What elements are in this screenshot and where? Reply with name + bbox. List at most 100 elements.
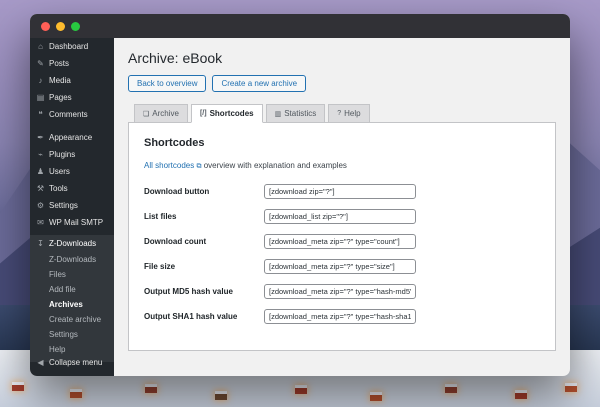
zoom-window-button[interactable] [71, 22, 80, 31]
field-row: Download button [144, 184, 540, 199]
sidebar-item-media[interactable]: ♪ Media [30, 72, 114, 89]
field-label: File size [144, 262, 264, 271]
tab-label: Statistics [284, 109, 316, 118]
village-house [70, 389, 82, 398]
sidebar-item-z-downloads[interactable]: ↧ Z-Downloads [30, 235, 114, 252]
sidebar-item-tools[interactable]: ⚒ Tools [30, 180, 114, 197]
download-icon: ↧ [36, 239, 45, 248]
sidebar-item-comments[interactable]: ❝ Comments [30, 106, 114, 123]
sidebar-item-users[interactable]: ♟ Users [30, 163, 114, 180]
md5-hash-shortcode-input[interactable] [264, 284, 416, 299]
dashboard-icon: ⌂ [36, 42, 45, 51]
tab-archive[interactable]: ❏ Archive [134, 104, 188, 123]
village-house [215, 391, 227, 400]
sidebar-item-dashboard[interactable]: ⌂ Dashboard [30, 38, 114, 55]
submenu-item-settings[interactable]: Settings [30, 327, 114, 342]
village-house [565, 383, 577, 392]
media-icon: ♪ [36, 76, 45, 85]
sidebar-item-label: Pages [49, 93, 72, 102]
minimize-window-button[interactable] [56, 22, 65, 31]
field-row: Download count [144, 234, 540, 249]
sidebar-item-posts[interactable]: ✎ Posts [30, 55, 114, 72]
tab-label: Help [344, 109, 360, 118]
page-title: Archive: eBook [128, 50, 556, 66]
back-to-overview-button[interactable]: Back to overview [128, 75, 206, 92]
appearance-icon: ✒ [36, 133, 45, 142]
field-label: Download button [144, 187, 264, 196]
sidebar-item-settings[interactable]: ⚙ Settings [30, 197, 114, 214]
village-house [12, 382, 24, 391]
field-label: List files [144, 212, 264, 221]
submenu-item-add-file[interactable]: Add file [30, 282, 114, 297]
shortcode-icon: [/] [200, 110, 207, 117]
download-button-shortcode-input[interactable] [264, 184, 416, 199]
sidebar-item-label: Media [49, 76, 71, 85]
list-files-shortcode-input[interactable] [264, 209, 416, 224]
tools-icon: ⚒ [36, 184, 45, 193]
submenu-item-files[interactable]: Files [30, 267, 114, 282]
submenu-item-create-archive[interactable]: Create archive [30, 312, 114, 327]
collapse-menu[interactable]: ◀ Collapse menu [30, 354, 114, 371]
sidebar-item-label: Tools [49, 184, 68, 193]
sidebar-item-label: Plugins [49, 150, 75, 159]
village-house [515, 390, 527, 399]
village-house [445, 384, 457, 393]
sidebar-item-appearance[interactable]: ✒ Appearance [30, 129, 114, 146]
page-actions: Back to overview Create a new archive [128, 75, 556, 92]
submenu-item-archives[interactable]: Archives [30, 297, 114, 312]
tab-statistics[interactable]: ▥ Statistics [266, 104, 326, 123]
download-count-shortcode-input[interactable] [264, 234, 416, 249]
sidebar-item-label: Users [49, 167, 70, 176]
shortcodes-panel: Shortcodes All shortcodes ⧉ overview wit… [128, 122, 556, 351]
collapse-label: Collapse menu [49, 358, 102, 367]
file-icon: ❏ [143, 110, 149, 118]
screen: ⌂ Dashboard ✎ Posts ♪ Media ▤ Pages ❝ [0, 0, 600, 407]
field-row: Output SHA1 hash value [144, 309, 540, 324]
sha1-hash-shortcode-input[interactable] [264, 309, 416, 324]
village-house [370, 392, 382, 401]
create-new-archive-button[interactable]: Create a new archive [212, 75, 306, 92]
main-content: Archive: eBook Back to overview Create a… [114, 38, 570, 376]
sidebar-item-label: Appearance [49, 133, 92, 142]
all-shortcodes-link[interactable]: All shortcodes [144, 161, 194, 170]
close-window-button[interactable] [41, 22, 50, 31]
panel-heading: Shortcodes [144, 137, 540, 149]
tab-label: Archive [152, 109, 179, 118]
pages-icon: ▤ [36, 93, 45, 102]
sidebar-item-pages[interactable]: ▤ Pages [30, 89, 114, 106]
plugins-icon: ⌁ [36, 150, 45, 159]
comments-icon: ❝ [36, 110, 45, 119]
sidebar-item-label: Z-Downloads [49, 239, 96, 248]
sidebar-item-label: Posts [49, 59, 69, 68]
mail-icon: ✉ [36, 218, 45, 227]
field-label: Output SHA1 hash value [144, 312, 264, 321]
settings-icon: ⚙ [36, 201, 45, 210]
sidebar-item-label: Comments [49, 110, 88, 119]
tab-bar: ❏ Archive [/] Shortcodes ▥ Statistics ? … [128, 104, 556, 123]
submenu-item-z-downloads[interactable]: Z-Downloads [30, 252, 114, 267]
help-icon: ? [337, 110, 341, 117]
z-downloads-menu: ↧ Z-Downloads Z-Downloads Files Add file… [30, 235, 114, 362]
external-link-icon: ⧉ [196, 163, 201, 170]
posts-icon: ✎ [36, 59, 45, 68]
sidebar-item-plugins[interactable]: ⌁ Plugins [30, 146, 114, 163]
window-titlebar [30, 14, 570, 38]
field-label: Download count [144, 237, 264, 246]
field-label: Output MD5 hash value [144, 287, 264, 296]
sidebar-item-wp-mail-smtp[interactable]: ✉ WP Mail SMTP [30, 214, 114, 231]
wp-admin: ⌂ Dashboard ✎ Posts ♪ Media ▤ Pages ❝ [30, 38, 570, 376]
link-suffix-text: overview with explanation and examples [204, 161, 347, 170]
tab-label: Shortcodes [210, 109, 254, 118]
tab-shortcodes[interactable]: [/] Shortcodes [191, 104, 263, 123]
village-house [145, 384, 157, 393]
browser-window: ⌂ Dashboard ✎ Posts ♪ Media ▤ Pages ❝ [30, 14, 570, 376]
tab-help[interactable]: ? Help [328, 104, 369, 123]
sidebar-item-label: Settings [49, 201, 78, 210]
village-house [295, 385, 307, 394]
admin-sidebar: ⌂ Dashboard ✎ Posts ♪ Media ▤ Pages ❝ [30, 38, 114, 376]
field-row: Output MD5 hash value [144, 284, 540, 299]
file-size-shortcode-input[interactable] [264, 259, 416, 274]
users-icon: ♟ [36, 167, 45, 176]
field-row: List files [144, 209, 540, 224]
sidebar-item-label: Dashboard [49, 42, 88, 51]
